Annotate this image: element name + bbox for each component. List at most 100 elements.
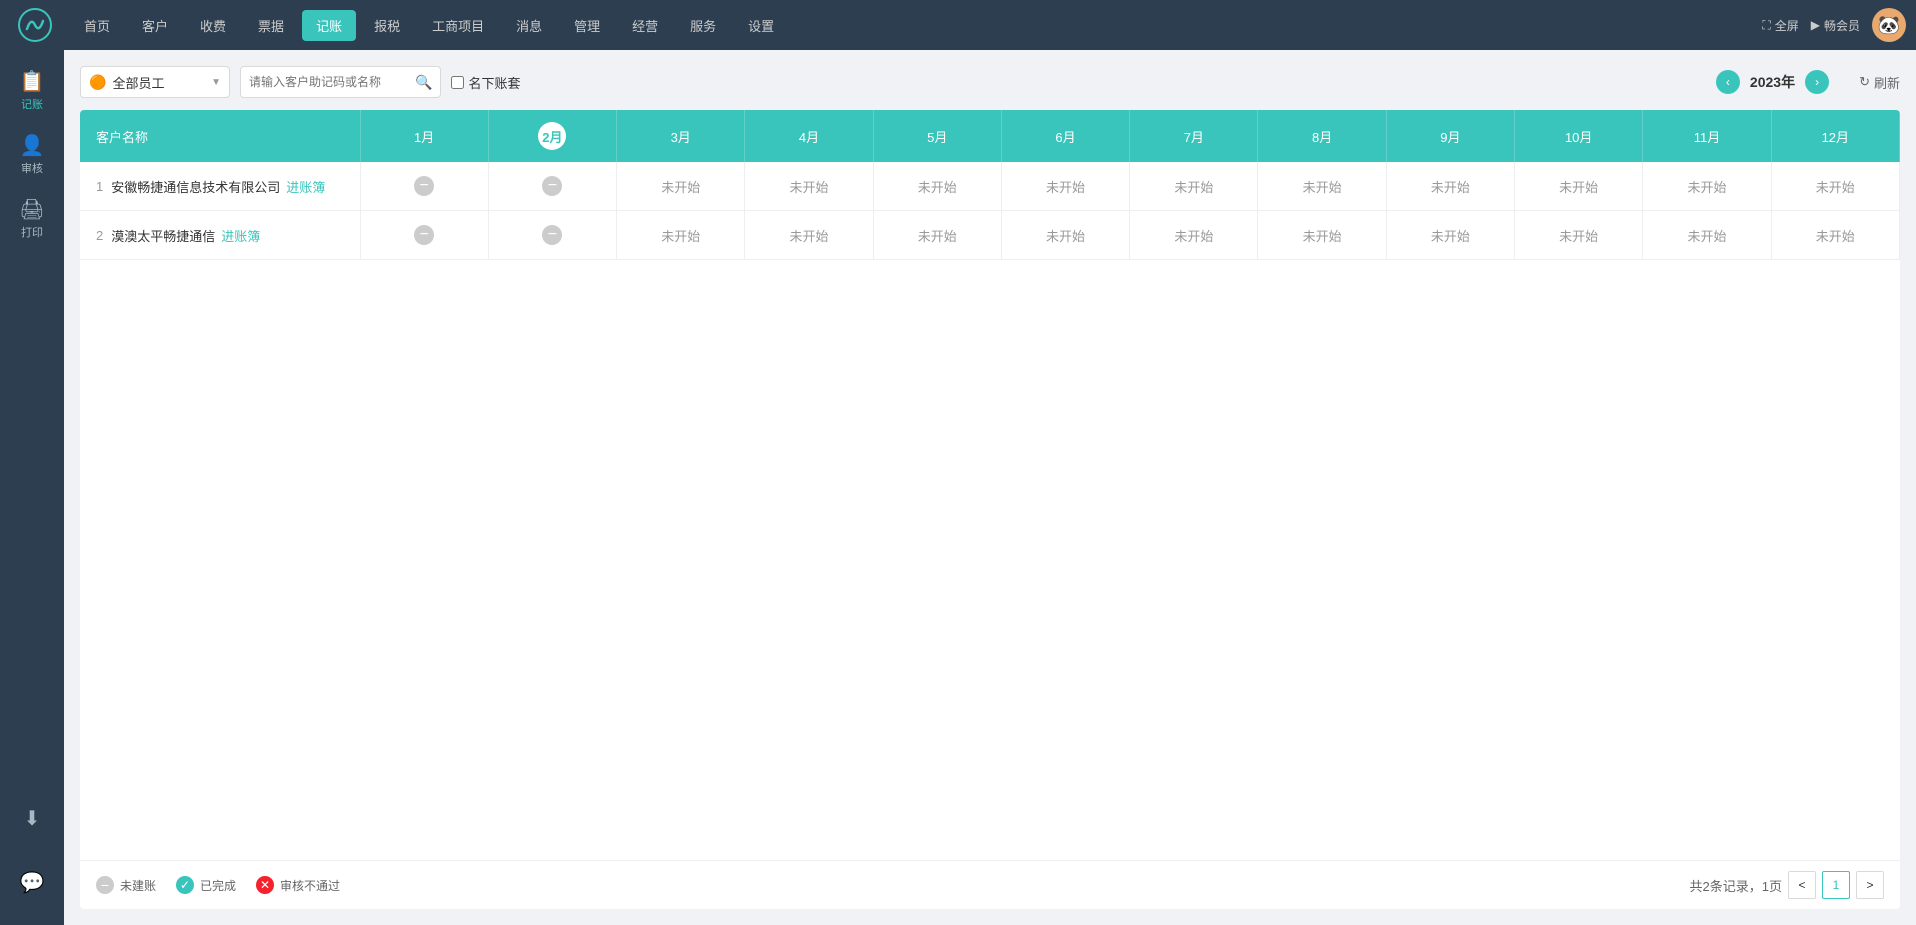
- sidebar-item-bookkeeping[interactable]: 📋 记账: [0, 60, 64, 124]
- th-month-11[interactable]: 11月: [1643, 110, 1771, 162]
- th-month-7[interactable]: 7月: [1130, 110, 1258, 162]
- cell-month-0-3: 未开始: [745, 162, 873, 211]
- nav-service[interactable]: 服务: [676, 10, 730, 41]
- table-wrap: 客户名称 1月 2月 3月 4月 5月 6月 7月 8月 9月 10月 11月: [80, 110, 1900, 909]
- cell-month-1-8: 未开始: [1386, 211, 1514, 260]
- x-icon: ✕: [260, 879, 270, 891]
- download-icon: ⬇: [24, 809, 41, 829]
- my-accounts-checkbox[interactable]: [451, 76, 464, 89]
- current-page-button[interactable]: 1: [1822, 871, 1850, 899]
- cell-customer-1: 2 漠澳太平畅捷通信 进账簿: [80, 211, 360, 260]
- nav-items: 首页 客户 收费 票据 记账 报税 工商项目 消息 管理 经营 服务 设置: [70, 10, 1762, 41]
- my-accounts-label: 名下账套: [468, 73, 520, 92]
- cell-month-1-3: 未开始: [745, 211, 873, 260]
- search-button[interactable]: 🔍: [415, 74, 432, 91]
- nav-bookkeeping[interactable]: 记账: [302, 10, 356, 41]
- cell-month-1-0[interactable]: −: [360, 211, 488, 260]
- nav-fee[interactable]: 收费: [186, 10, 240, 41]
- th-month-5[interactable]: 5月: [873, 110, 1001, 162]
- year-display: 2023年: [1750, 72, 1795, 92]
- nav-right: ⛶ 全屏 ▶ 畅会员 🐼: [1762, 8, 1906, 42]
- search-input[interactable]: [249, 75, 409, 89]
- sidebar-item-print[interactable]: 🖨 打印: [0, 188, 64, 252]
- nav-home[interactable]: 首页: [70, 10, 124, 41]
- client-name-0: 1 安徽畅捷通信息技术有限公司 进账簿: [96, 177, 352, 196]
- toolbar: 🟠 全部员工 ▼ 🔍 名下账套 ‹ 2023年 › ↻ 刷新: [80, 66, 1900, 98]
- client-num-1: 2: [96, 228, 103, 243]
- cell-month-0-6: 未开始: [1130, 162, 1258, 211]
- nav-manage[interactable]: 管理: [560, 10, 614, 41]
- year-next-button[interactable]: ›: [1805, 70, 1829, 94]
- nav-business[interactable]: 工商项目: [418, 10, 498, 41]
- avatar[interactable]: 🐼: [1872, 8, 1906, 42]
- nav-invoice[interactable]: 票据: [244, 10, 298, 41]
- check-icon: ✓: [180, 879, 190, 891]
- my-accounts-checkbox-label[interactable]: 名下账套: [451, 73, 520, 92]
- dash-icon: −: [414, 225, 434, 245]
- legend-rejected: ✕ 审核不通过: [256, 876, 340, 894]
- cell-month-1-4: 未开始: [873, 211, 1001, 260]
- sidebar-print-label: 打印: [21, 224, 43, 240]
- cell-month-0-0[interactable]: −: [360, 162, 488, 211]
- th-customer: 客户名称: [80, 110, 360, 162]
- dash-icon: −: [542, 176, 562, 196]
- cell-month-0-5: 未开始: [1001, 162, 1129, 211]
- year-prev-button[interactable]: ‹: [1716, 70, 1740, 94]
- print-icon: 🖨: [19, 200, 44, 220]
- cell-month-0-4: 未开始: [873, 162, 1001, 211]
- nav-client[interactable]: 客户: [128, 10, 182, 41]
- employee-select[interactable]: 🟠 全部员工 ▼: [80, 66, 230, 98]
- main-layout: 📋 记账 👤 审核 🖨 打印 ⬇ 💬 🟠 全部员工 ▼: [0, 50, 1916, 925]
- employee-select-label: 全部员工: [112, 73, 205, 92]
- th-month-4[interactable]: 4月: [745, 110, 873, 162]
- legend-red-dot: ✕: [256, 876, 274, 894]
- cell-month-0-10: 未开始: [1643, 162, 1771, 211]
- data-table: 客户名称 1月 2月 3月 4月 5月 6月 7月 8月 9月 10月 11月: [80, 110, 1900, 260]
- sidebar-bottom: ⬇ 💬: [0, 787, 64, 925]
- sidebar-item-audit[interactable]: 👤 审核: [0, 124, 64, 188]
- cell-month-1-7: 未开始: [1258, 211, 1386, 260]
- sidebar-item-download[interactable]: ⬇: [0, 787, 64, 851]
- chevron-down-icon: ▼: [211, 77, 221, 88]
- nav-message[interactable]: 消息: [502, 10, 556, 41]
- refresh-icon: ↻: [1859, 74, 1870, 90]
- th-month-3[interactable]: 3月: [617, 110, 745, 162]
- fullscreen-icon: ⛶: [1762, 18, 1770, 33]
- cell-month-1-10: 未开始: [1643, 211, 1771, 260]
- table-footer: − 未建账 ✓ 已完成 ✕ 审核不通过 共2条记录，: [80, 860, 1900, 909]
- table-row: 1 安徽畅捷通信息技术有限公司 进账簿 −−未开始未开始未开始未开始未开始未开始…: [80, 162, 1900, 211]
- th-month-9[interactable]: 9月: [1386, 110, 1514, 162]
- total-info: 共2条记录，1页: [1690, 876, 1782, 895]
- th-month-12[interactable]: 12月: [1771, 110, 1899, 162]
- refresh-label: 刷新: [1874, 73, 1900, 92]
- th-month-2[interactable]: 2月: [488, 110, 616, 162]
- cell-month-1-9: 未开始: [1515, 211, 1643, 260]
- cell-customer-0: 1 安徽畅捷通信息技术有限公司 进账簿: [80, 162, 360, 211]
- prev-page-button[interactable]: <: [1788, 871, 1816, 899]
- cell-month-1-1[interactable]: −: [488, 211, 616, 260]
- th-month-1[interactable]: 1月: [360, 110, 488, 162]
- cell-month-0-7: 未开始: [1258, 162, 1386, 211]
- refresh-button[interactable]: ↻ 刷新: [1859, 73, 1900, 92]
- th-month-10[interactable]: 10月: [1515, 110, 1643, 162]
- pagination: 共2条记录，1页 < 1 >: [1690, 871, 1884, 899]
- nav-tax[interactable]: 报税: [360, 10, 414, 41]
- vip-button[interactable]: ▶ 畅会员: [1811, 17, 1860, 34]
- client-num-0: 1: [96, 179, 103, 194]
- nav-operation[interactable]: 经营: [618, 10, 672, 41]
- client-link-1[interactable]: 进账簿: [221, 226, 260, 245]
- table-header-row: 客户名称 1月 2月 3月 4月 5月 6月 7月 8月 9月 10月 11月: [80, 110, 1900, 162]
- cell-month-0-1[interactable]: −: [488, 162, 616, 211]
- th-month-8[interactable]: 8月: [1258, 110, 1386, 162]
- legend-not-built-label: 未建账: [120, 877, 156, 894]
- sidebar-bookkeeping-label: 记账: [21, 96, 43, 112]
- cell-month-0-8: 未开始: [1386, 162, 1514, 211]
- fullscreen-button[interactable]: ⛶ 全屏: [1762, 17, 1798, 34]
- client-name-1: 2 漠澳太平畅捷通信 进账簿: [96, 226, 352, 245]
- sidebar-item-chat[interactable]: 💬: [0, 851, 64, 915]
- th-month-6[interactable]: 6月: [1001, 110, 1129, 162]
- next-page-button[interactable]: >: [1856, 871, 1884, 899]
- nav-settings[interactable]: 设置: [734, 10, 788, 41]
- client-link-0[interactable]: 进账簿: [286, 177, 325, 196]
- month-2-label: 2月: [538, 122, 566, 150]
